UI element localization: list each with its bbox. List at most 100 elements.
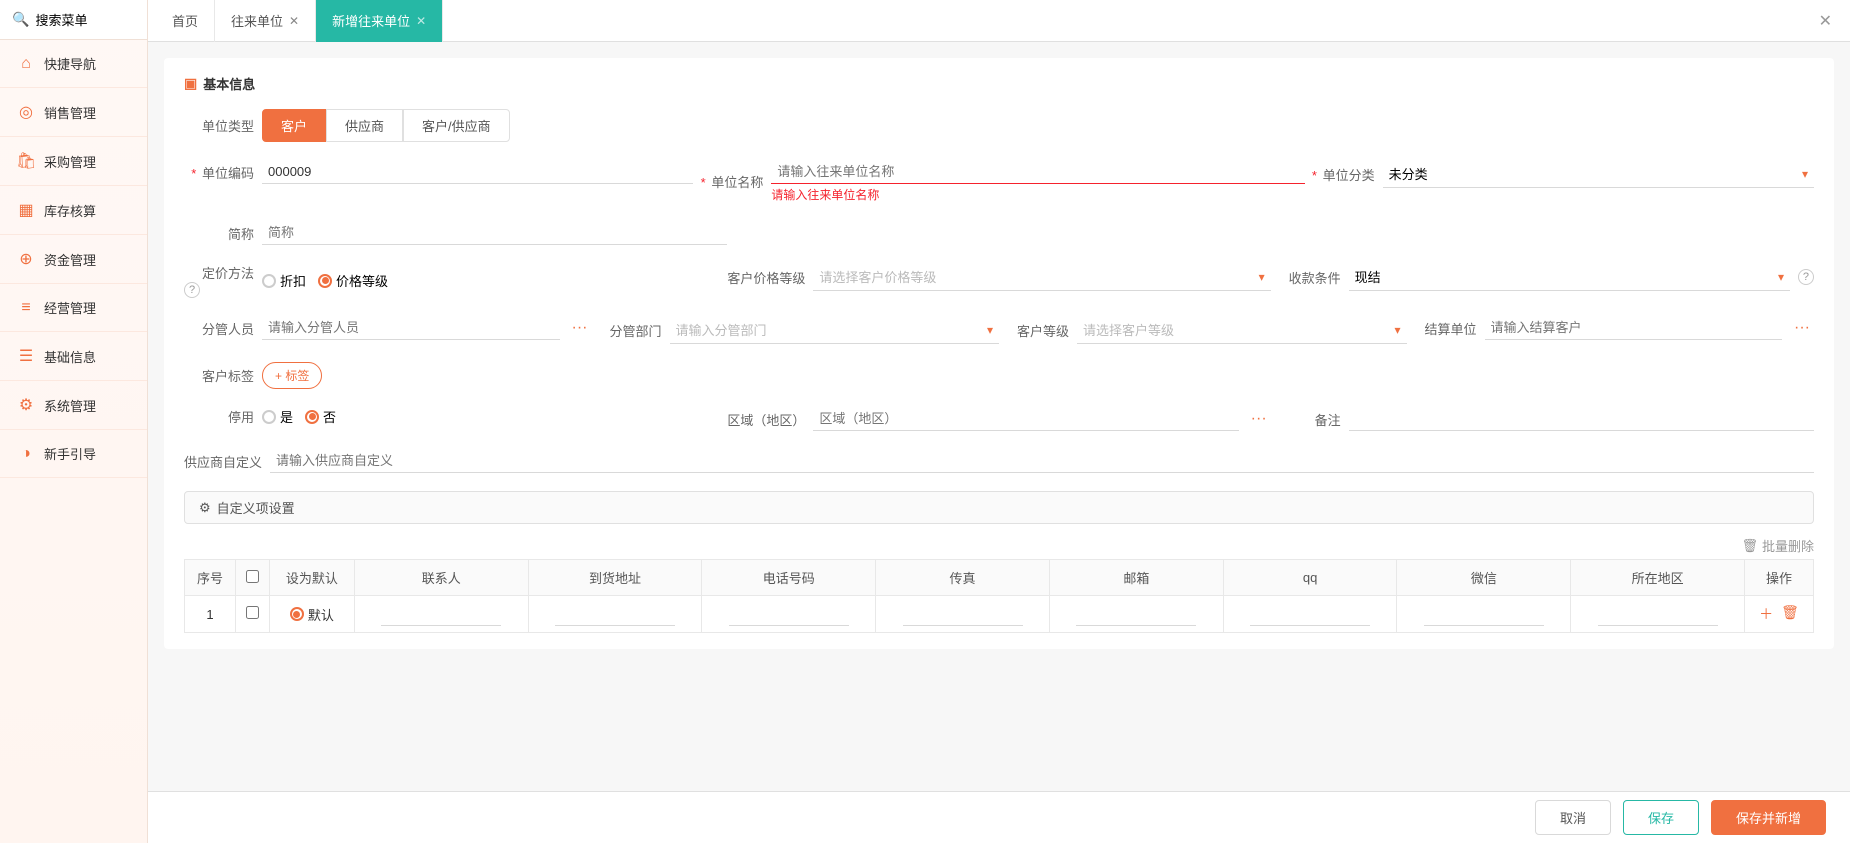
sidebar-item-basic[interactable]: ☰ 基础信息 — [0, 332, 147, 381]
tab-home[interactable]: 首页 — [156, 0, 215, 42]
remarks-input[interactable] — [1349, 407, 1814, 431]
customer-tag-row: 客户标签 + 标签 — [184, 362, 1814, 389]
region-input[interactable] — [813, 407, 1238, 431]
settlement-unit-label: 结算单位 — [1407, 319, 1477, 338]
pricing-radio-group: 折扣 价格等级 — [262, 271, 388, 290]
col-region: 所在地区 — [1571, 560, 1745, 596]
sidebar-item-operations[interactable]: ≡ 经营管理 — [0, 284, 147, 332]
sidebar-item-finance[interactable]: ⊕ 资金管理 — [0, 235, 147, 284]
search-menu-item[interactable]: 🔍 搜索菜单 — [0, 0, 147, 40]
wechat-input[interactable] — [1424, 602, 1544, 626]
delete-row-button[interactable]: 🗑 — [1781, 604, 1799, 624]
cell-phone — [702, 596, 876, 633]
email-input[interactable] — [1076, 602, 1196, 626]
settlement-unit-field: 结算单位 ··· — [1407, 316, 1815, 340]
department-field: 分管部门 请输入分管部门 ▾ — [592, 316, 1000, 344]
col-phone: 电话号码 — [702, 560, 876, 596]
cell-address — [528, 596, 702, 633]
unit-type-supplier[interactable]: 供应商 — [326, 109, 403, 142]
row-checkbox[interactable] — [246, 606, 259, 619]
customer-level-select[interactable]: 请选择客户等级 ▾ — [1077, 316, 1407, 344]
supplier-custom-input[interactable] — [270, 449, 1814, 473]
payment-terms-select[interactable]: 现结 ▾ — [1349, 263, 1790, 291]
delete-icon: 🗑 — [1741, 538, 1758, 554]
sidebar-item-sales[interactable]: ◎ 销售管理 — [0, 88, 147, 137]
supplier-custom-row: 供应商自定义 — [184, 449, 1814, 473]
sidebar-item-quick-nav[interactable]: ⌂ 快捷导航 — [0, 40, 147, 88]
cancel-button[interactable]: 取消 — [1535, 800, 1611, 835]
bottom-bar: 取消 保存 保存并新增 — [148, 791, 1850, 843]
inventory-icon: ▦ — [16, 200, 36, 220]
tab-counterparty-close[interactable]: ✕ — [289, 14, 299, 28]
supplier-custom-field: 供应商自定义 — [184, 449, 1814, 473]
pricing-discount-option[interactable]: 折扣 — [262, 271, 306, 290]
disable-no-option[interactable]: 否 — [305, 407, 336, 426]
custom-settings-button[interactable]: ⚙ 自定义项设置 — [184, 491, 1814, 524]
disable-label: 停用 — [184, 407, 254, 426]
settlement-more-button[interactable]: ··· — [1790, 319, 1814, 337]
pricing-level-option[interactable]: 价格等级 — [318, 271, 388, 290]
save-new-button[interactable]: 保存并新增 — [1711, 800, 1826, 835]
add-row-button[interactable]: ＋ — [1759, 604, 1773, 624]
region-table-input[interactable] — [1598, 602, 1718, 626]
sidebar-item-label: 资金管理 — [44, 250, 96, 269]
main-area: 首页 往来单位 ✕ 新增往来单位 ✕ ✕ ▣ 基本信息 单位类型 客户 — [148, 0, 1850, 843]
payment-help-icon[interactable]: ? — [1798, 269, 1814, 285]
manager-input[interactable] — [262, 316, 560, 340]
batch-delete-button[interactable]: 🗑 批量删除 — [1741, 536, 1814, 555]
cell-wechat — [1397, 596, 1571, 633]
sidebar-item-guide[interactable]: ◑ 新手引导 — [0, 430, 147, 478]
short-name-input[interactable] — [262, 221, 727, 245]
unit-category-select[interactable]: 未分类 ▾ — [1383, 160, 1814, 188]
customer-price-level-select[interactable]: 请选择客户价格等级 ▾ — [813, 263, 1270, 291]
settlement-unit-input[interactable] — [1485, 316, 1783, 340]
sidebar: 🔍 搜索菜单 ⌂ 快捷导航 ◎ 销售管理 🛍 采购管理 ▦ 库存核算 ⊕ 资金管… — [0, 0, 148, 843]
phone-input[interactable] — [729, 602, 849, 626]
tab-counterparty[interactable]: 往来单位 ✕ — [215, 0, 316, 42]
unit-name-error: 请输入往来单位名称 — [771, 186, 1304, 203]
disable-yes-label: 是 — [280, 407, 293, 426]
chevron-down-icon: ▾ — [1778, 270, 1784, 284]
tab-new-counterparty-close[interactable]: ✕ — [416, 14, 426, 28]
manager-more-button[interactable]: ··· — [568, 319, 592, 337]
unit-category-field: * 单位分类 未分类 ▾ — [1305, 160, 1814, 188]
department-select[interactable]: 请输入分管部门 ▾ — [670, 316, 1000, 344]
sidebar-item-inventory[interactable]: ▦ 库存核算 — [0, 186, 147, 235]
disable-field: 停用 是 否 — [184, 407, 727, 426]
unit-name-input[interactable] — [771, 160, 1304, 184]
address-input[interactable] — [555, 602, 675, 626]
cell-email — [1049, 596, 1223, 633]
fax-input[interactable] — [903, 602, 1023, 626]
close-all-tabs[interactable]: ✕ — [1809, 11, 1842, 31]
unit-code-input[interactable] — [262, 160, 693, 184]
sidebar-item-label: 系统管理 — [44, 396, 96, 415]
region-more-button[interactable]: ··· — [1247, 410, 1271, 428]
unit-type-customer[interactable]: 客户 — [262, 109, 326, 142]
region-label: 区域（地区） — [727, 410, 805, 429]
contact-input[interactable] — [381, 602, 501, 626]
disable-yes-option[interactable]: 是 — [262, 407, 293, 426]
pricing-help-icon[interactable]: ? — [184, 282, 200, 298]
default-radio-item[interactable]: 默认 — [276, 605, 348, 624]
save-button[interactable]: 保存 — [1623, 800, 1699, 835]
remarks-label: 备注 — [1271, 410, 1341, 429]
customer-tag-label: 客户标签 — [184, 366, 254, 385]
select-all-checkbox[interactable] — [246, 570, 259, 583]
pricing-discount-label: 折扣 — [280, 271, 306, 290]
region-field: 区域（地区） ··· — [727, 407, 1270, 431]
sidebar-item-purchase[interactable]: 🛍 采购管理 — [0, 137, 147, 186]
unit-type-both[interactable]: 客户/供应商 — [403, 109, 510, 142]
department-label: 分管部门 — [592, 321, 662, 340]
col-email: 邮箱 — [1049, 560, 1223, 596]
code-name-category-row: * 单位编码 * 单位名称 请输入往来单位名称 — [184, 160, 1814, 203]
required-star: * — [1312, 168, 1317, 183]
qq-input[interactable] — [1250, 602, 1370, 626]
required-star: * — [701, 175, 706, 190]
disable-region-row: 停用 是 否 区域（地区） ··· — [184, 407, 1814, 431]
tab-new-counterparty[interactable]: 新增往来单位 ✕ — [316, 0, 443, 42]
add-tag-button[interactable]: + 标签 — [262, 362, 322, 389]
pricing-method-field: 定价方法 ? 折扣 价格等级 — [184, 263, 727, 298]
home-icon: ⌂ — [16, 55, 36, 73]
customer-level-field: 客户等级 请选择客户等级 ▾ — [999, 316, 1407, 344]
sidebar-item-system[interactable]: ⚙ 系统管理 — [0, 381, 147, 430]
